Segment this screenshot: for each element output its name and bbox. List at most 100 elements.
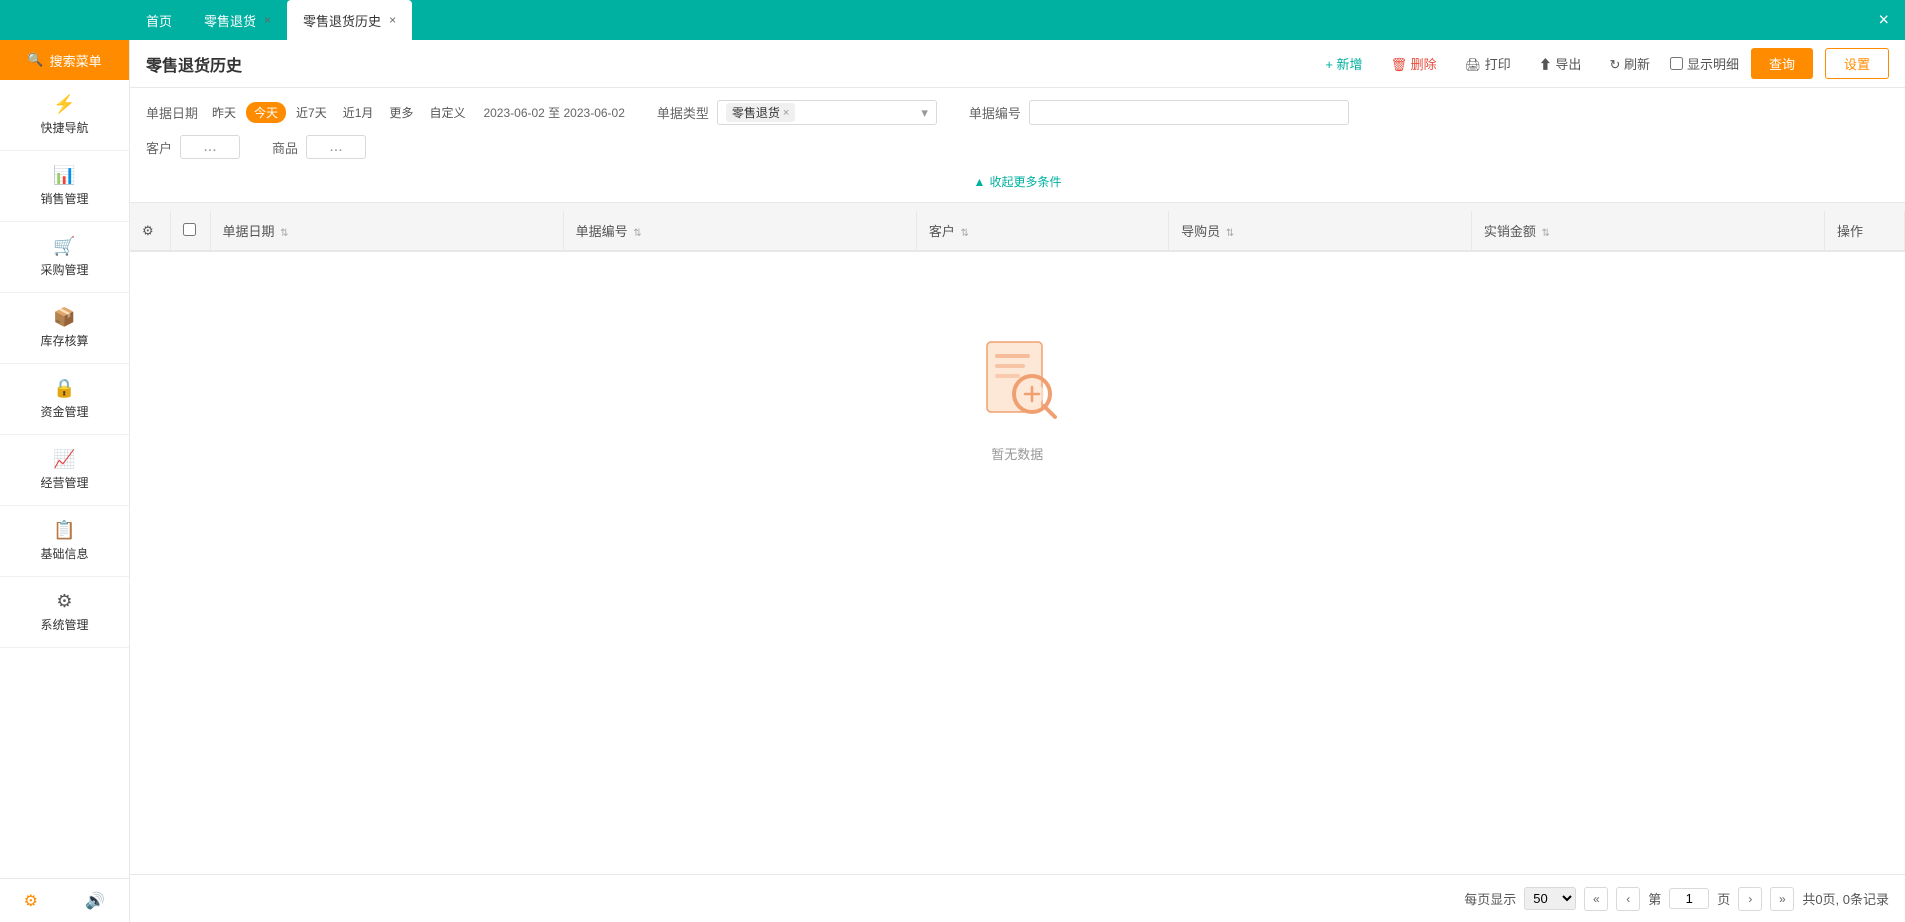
pagination-bar: 每页显示 50 10 20 100 « ‹ 第 页 › » 共0页, 0条记录 (130, 874, 1905, 922)
sidebar: 🔍 搜索菜单 ⚡ 快捷导航 📊 销售管理 🛒 采购管理 📦 库存核算 🔒 (0, 40, 130, 922)
goods-label: 商品 (272, 138, 298, 157)
search-icon: 🔍 (27, 52, 43, 68)
date-range-display: 2023-06-02 至 2023-06-02 (483, 104, 624, 121)
sidebar-item-operations[interactable]: 📈 经营管理 (0, 435, 129, 506)
th-customer-sort: ⇅ (960, 228, 968, 239)
print-button[interactable]: 🖨 打印 (1457, 50, 1519, 77)
th-amount-sort: ⇅ (1541, 228, 1549, 239)
tab-retail-return-close[interactable]: × (264, 13, 271, 27)
page-title: 零售退货历史 (146, 52, 242, 76)
select-all-checkbox[interactable] (183, 223, 196, 236)
sidebar-item-inventory[interactable]: 📦 库存核算 (0, 293, 129, 364)
filter-date: 单据日期 昨天 今天 近7天 近1月 更多 自定义 2023-06-02 至 2… (146, 102, 625, 123)
sidebar-search[interactable]: 🔍 搜索菜单 (0, 40, 129, 80)
date-filter-label: 单据日期 (146, 103, 198, 122)
sidebar-item-finance-label: 资金管理 (40, 403, 88, 420)
page-number-input[interactable] (1669, 888, 1709, 909)
show-detail-label: 显示明细 (1687, 54, 1739, 73)
tab-retail-return-label: 零售退货 (204, 11, 256, 30)
date-opt-today[interactable]: 今天 (246, 102, 286, 123)
page-last-button[interactable]: » (1770, 887, 1794, 911)
th-customer-label: 客户 (929, 224, 955, 239)
doc-type-tag-box[interactable]: 零售退货 × ▾ (717, 100, 937, 125)
finance-icon: 🔒 (53, 378, 75, 399)
th-number[interactable]: 单据编号 ⇅ (563, 211, 916, 251)
page-actions: + 新增 🗑 删除 🖨 打印 ⬆ 导出 ↻ 刷新 显示明细 查询 设置 (1317, 48, 1889, 79)
th-actions: 操作 (1825, 211, 1905, 251)
refresh-button[interactable]: ↻ 刷新 (1601, 50, 1658, 77)
date-opt-yesterday[interactable]: 昨天 (206, 102, 242, 123)
page-next-button[interactable]: › (1738, 887, 1762, 911)
top-bar: 首页 零售退货 × 零售退货历史 × × (0, 0, 1905, 40)
show-detail-checkbox-label[interactable]: 显示明细 (1670, 54, 1739, 73)
purchase-mgmt-icon: 🛒 (53, 236, 75, 257)
th-amount-label: 实销金额 (1484, 224, 1536, 239)
sidebar-item-basic-info[interactable]: 📋 基础信息 (0, 506, 129, 577)
sidebar-settings-button[interactable]: ⚙ (24, 891, 38, 911)
per-page-label: 每页显示 (1464, 889, 1516, 908)
sidebar-search-label: 搜索菜单 (50, 51, 102, 70)
date-opt-last-month[interactable]: 近1月 (337, 102, 380, 123)
inventory-icon: 📦 (53, 307, 75, 328)
doc-type-tag-remove[interactable]: × (783, 107, 789, 119)
sidebar-item-system[interactable]: ⚙ 系统管理 (0, 577, 129, 648)
th-date-sort: ⇅ (280, 228, 288, 239)
window-close-button[interactable]: × (1878, 10, 1889, 31)
sales-mgmt-icon: 📊 (53, 165, 75, 186)
doc-type-label: 单据类型 (657, 103, 709, 122)
th-checkbox[interactable] (170, 211, 210, 251)
sidebar-item-quick-nav-label: 快捷导航 (40, 119, 88, 136)
collapse-label: 收起更多条件 (989, 173, 1061, 190)
filter-goods: 商品 ... (272, 135, 366, 159)
add-button[interactable]: + 新增 (1317, 50, 1370, 77)
customer-input[interactable]: ... (180, 135, 240, 159)
customer-label: 客户 (146, 138, 172, 157)
export-button[interactable]: ⬆ 导出 (1531, 50, 1590, 77)
tab-home-label: 首页 (146, 11, 172, 30)
sidebar-item-purchase-mgmt[interactable]: 🛒 采购管理 (0, 222, 129, 293)
query-button[interactable]: 查询 (1751, 48, 1813, 79)
tab-retail-return[interactable]: 零售退货 × (188, 0, 287, 40)
sidebar-audio-button[interactable]: 🔊 (85, 891, 105, 911)
main-content: 零售退货历史 + 新增 🗑 删除 🖨 打印 ⬆ 导出 ↻ 刷新 显示明细 查询 … (130, 40, 1905, 922)
page-prev-button[interactable]: ‹ (1616, 887, 1640, 911)
page-label: 第 (1648, 889, 1661, 908)
th-date[interactable]: 单据日期 ⇅ (210, 211, 563, 251)
sidebar-item-inventory-label: 库存核算 (40, 332, 88, 349)
table-empty-row: 暂无数据 (130, 251, 1905, 543)
date-options: 昨天 今天 近7天 近1月 更多 自定义 (206, 102, 471, 123)
date-opt-last7[interactable]: 近7天 (290, 102, 333, 123)
delete-button[interactable]: 🗑 删除 (1383, 50, 1445, 77)
filter-customer: 客户 ... (146, 135, 240, 159)
th-guide-label: 导购员 (1181, 224, 1220, 239)
show-detail-checkbox[interactable] (1670, 57, 1683, 70)
th-amount[interactable]: 实销金额 ⇅ (1471, 211, 1824, 251)
data-table: ⚙ 单据日期 ⇅ 单据编号 ⇅ 客户 (130, 211, 1905, 543)
date-opt-more[interactable]: 更多 (383, 102, 419, 123)
settings-button[interactable]: 设置 (1825, 48, 1889, 79)
doc-type-dropdown-arrow: ▾ (921, 105, 928, 121)
th-customer[interactable]: 客户 ⇅ (916, 211, 1168, 251)
filter-doc-type: 单据类型 零售退货 × ▾ (657, 100, 937, 125)
doc-number-input[interactable] (1029, 100, 1349, 125)
th-guide-sort: ⇅ (1226, 228, 1234, 239)
per-page-select[interactable]: 50 10 20 100 (1524, 887, 1576, 910)
tab-home[interactable]: 首页 (130, 0, 188, 40)
sidebar-item-finance[interactable]: 🔒 资金管理 (0, 364, 129, 435)
tab-retail-return-history-close[interactable]: × (389, 13, 396, 27)
sidebar-item-basic-info-label: 基础信息 (40, 545, 88, 562)
th-guide[interactable]: 导购员 ⇅ (1169, 211, 1472, 251)
collapse-filter-row[interactable]: ▲ 收起更多条件 (146, 169, 1889, 194)
empty-state: 暂无数据 (130, 252, 1905, 543)
sidebar-item-sales-mgmt[interactable]: 📊 销售管理 (0, 151, 129, 222)
tab-retail-return-history[interactable]: 零售退货历史 × (287, 0, 412, 40)
sidebar-item-quick-nav[interactable]: ⚡ 快捷导航 (0, 80, 129, 151)
sidebar-item-system-label: 系统管理 (40, 616, 88, 633)
tab-retail-return-history-label: 零售退货历史 (303, 11, 381, 30)
th-settings[interactable]: ⚙ (130, 211, 170, 251)
sidebar-item-sales-mgmt-label: 销售管理 (40, 190, 88, 207)
date-opt-custom[interactable]: 自定义 (423, 102, 471, 123)
goods-input[interactable]: ... (306, 135, 366, 159)
main-layout: 🔍 搜索菜单 ⚡ 快捷导航 📊 销售管理 🛒 采购管理 📦 库存核算 🔒 (0, 40, 1905, 922)
page-first-button[interactable]: « (1584, 887, 1608, 911)
